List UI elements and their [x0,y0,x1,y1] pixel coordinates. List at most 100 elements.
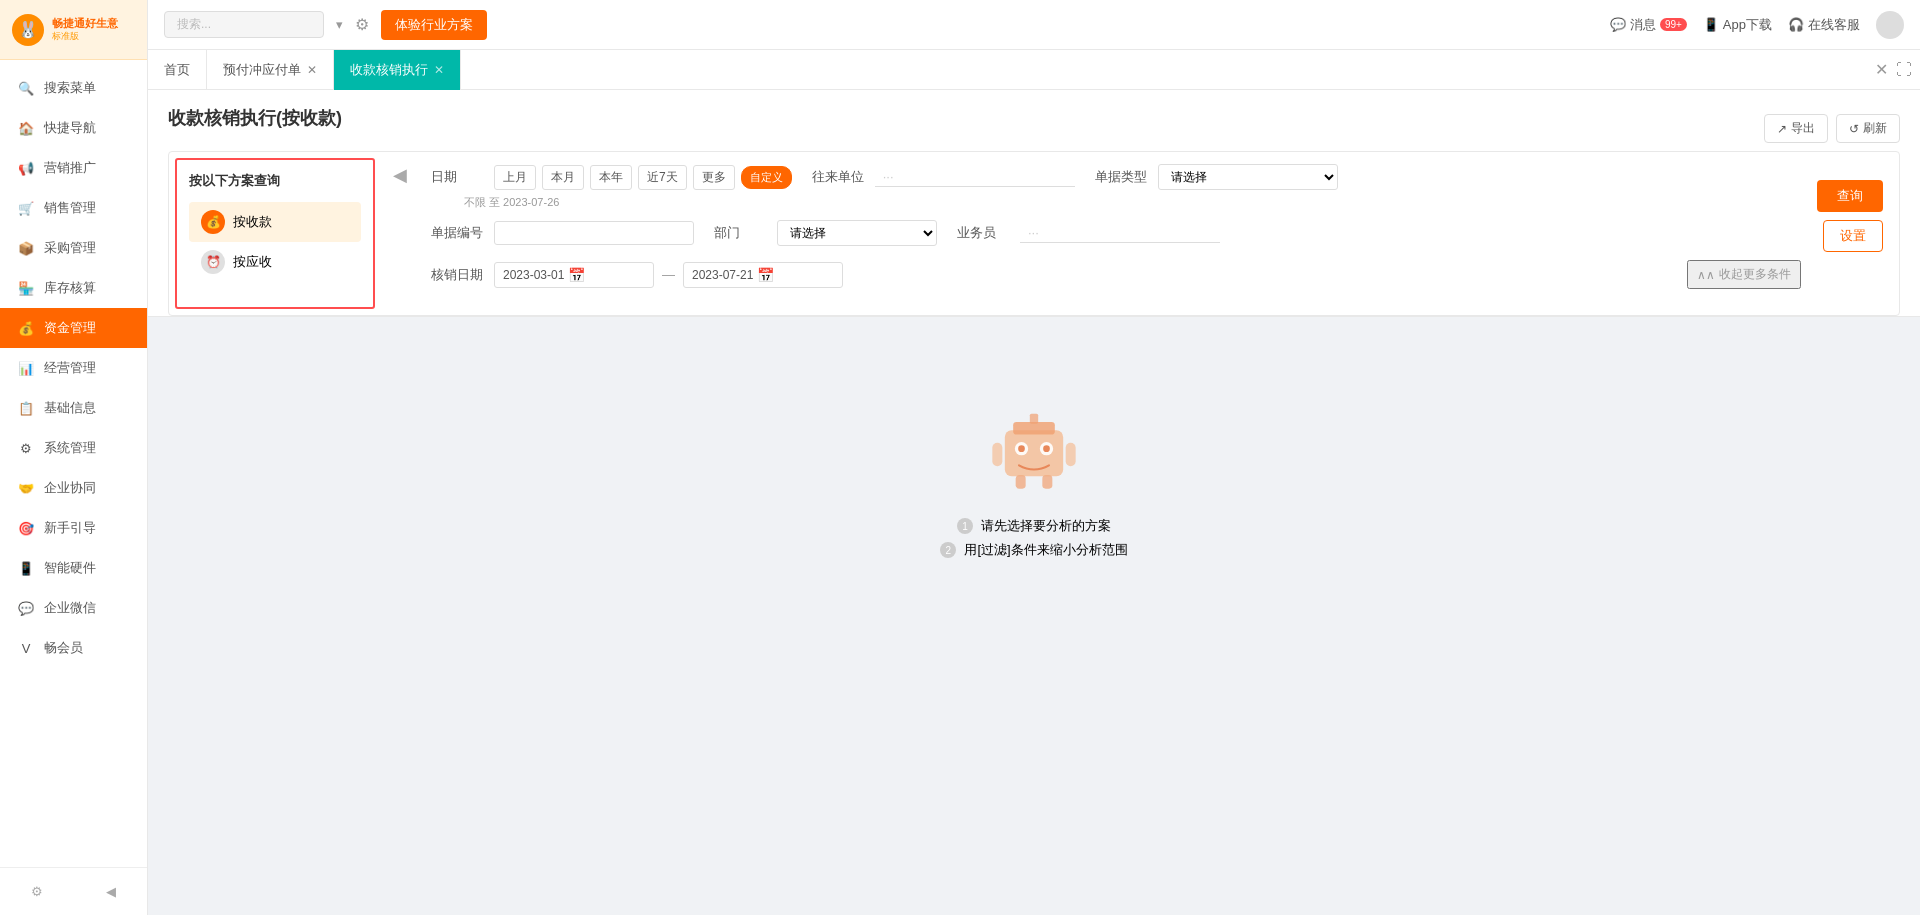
sidebar-item-企业协同[interactable]: 🤝 企业协同 [0,468,147,508]
online-service-btn[interactable]: 🎧 在线客服 [1788,16,1860,34]
verify-date-filter: 核销日期 2023-03-01 📅 — 2023-07-21 📅 [431,262,843,288]
sidebar-item-采购管理[interactable]: 📦采购管理 [0,228,147,268]
topbar-dropdown-arrow[interactable]: ▾ [336,17,343,32]
sidebar-icon-8: 📋 [16,398,36,418]
query-button[interactable]: 查询 [1817,180,1883,212]
counterpart-input[interactable]: ··· [875,167,1075,187]
sidebar-label-0: 搜索菜单 [44,79,96,97]
refresh-button[interactable]: ↺ 刷新 [1836,114,1900,143]
sidebar-icon-0: 🔍 [16,78,36,98]
tabs-right-actions: ✕ ⛶ [1875,60,1920,79]
sidebar-label-6: 资金管理 [44,319,96,337]
tab-payment-verify[interactable]: 收款核销执行 ✕ [334,50,461,90]
sidebar-label-12: 智能硬件 [44,559,96,577]
filter-option-by-payment[interactable]: 💰 按收款 [189,202,361,242]
sidebar-item-基础信息[interactable]: 📋基础信息 [0,388,147,428]
export-button[interactable]: ↗ 导出 [1764,114,1828,143]
app-download-btn[interactable]: 📱 App下载 [1703,16,1772,34]
main-area: 搜索... ▾ ⚙ 体验行业方案 💬 消息 99+ 📱 App下载 🎧 在线客服… [148,0,1920,915]
counterpart-label: 往来单位 [812,168,867,186]
user-avatar[interactable] [1876,11,1904,39]
date-filter: 日期 上月 本月 本年 近7天 更多 自定义 [431,165,792,190]
sidebar-label-7: 经营管理 [44,359,96,377]
tab-prepay[interactable]: 预付冲应付单 ✕ [207,50,334,90]
step1-text: 请先选择要分析的方案 [981,517,1111,535]
empty-state: 1 请先选择要分析的方案 2 用[过滤]条件来缩小分析范围 [148,317,1920,639]
doc-no-label: 单据编号 [431,224,486,242]
sidebar-label-9: 系统管理 [44,439,96,457]
sidebar-label-10: 企业协同 [44,479,96,497]
sidebar-label-13: 企业微信 [44,599,96,617]
date-more-btn[interactable]: 更多 [693,165,735,190]
collapse-more-btn[interactable]: ∧∧ 收起更多条件 [1687,260,1801,289]
sidebar-item-经营管理[interactable]: 📊经营管理 [0,348,147,388]
online-service-label: 在线客服 [1808,16,1860,34]
sidebar-item-快捷导航[interactable]: 🏠快捷导航 [0,108,147,148]
settings-bottom-icon[interactable]: ⚙ [27,880,47,903]
payment-verify-tab-close[interactable]: ✕ [434,63,444,77]
svg-rect-1 [1013,422,1055,435]
sidebar-item-资金管理[interactable]: 💰 资金管理 [0,308,147,348]
topbar-gear-icon[interactable]: ⚙ [355,15,369,34]
sidebar-item-智能硬件[interactable]: 📱 智能硬件 [0,548,147,588]
sidebar-item-搜索菜单[interactable]: 🔍 搜索菜单 [0,68,147,108]
sidebar-item-新手引导[interactable]: 🎯新手引导 [0,508,147,548]
step2-number: 2 [940,542,956,558]
staff-input[interactable]: ··· [1020,223,1220,243]
date-7days-btn[interactable]: 近7天 [638,165,687,190]
date-last-month-btn[interactable]: 上月 [494,165,536,190]
doc-type-filter: 单据类型 请选择 [1095,164,1338,190]
sidebar-label-4: 采购管理 [44,239,96,257]
dept-label: 部门 [714,224,769,242]
verify-start-calendar-icon[interactable]: 📅 [568,267,585,283]
tab-bar: 首页 预付冲应付单 ✕ 收款核销执行 ✕ ✕ ⛶ [148,50,1920,90]
date-this-year-btn[interactable]: 本年 [590,165,632,190]
svg-rect-2 [1030,414,1038,424]
doc-no-input[interactable] [494,221,694,245]
solution-button[interactable]: 体验行业方案 [381,10,487,40]
sidebar-label-1: 快捷导航 [44,119,96,137]
page-content: 收款核销执行(按收款) ↗ 导出 ↺ 刷新 按以下方案查询 [148,90,1920,915]
message-btn[interactable]: 💬 消息 99+ [1610,16,1687,34]
tab-expand-btn[interactable]: ⛶ [1896,61,1912,79]
verify-date-start-input[interactable]: 2023-03-01 📅 [494,262,654,288]
sidebar-item-销售管理[interactable]: 🛒销售管理 [0,188,147,228]
tab-home[interactable]: 首页 [148,50,207,90]
sidebar-icon-12: 📱 [16,558,36,578]
step1-number: 1 [957,518,973,534]
payment-option-label: 按收款 [233,213,272,231]
sidebar-label-5: 库存核算 [44,279,96,297]
collapse-sidebar-icon[interactable]: ◀ [102,880,120,903]
sidebar-item-系统管理[interactable]: ⚙ 系统管理 [0,428,147,468]
payment-option-icon: 💰 [201,210,225,234]
filter-option-by-receivable[interactable]: ⏰ 按应收 [189,242,361,282]
dept-select[interactable]: 请选择 [777,220,937,246]
service-icon: 🎧 [1788,17,1804,32]
sidebar-item-企业微信[interactable]: 💬 企业微信 [0,588,147,628]
sidebar-icon-10: 🤝 [16,478,36,498]
verify-date-end-input[interactable]: 2023-07-21 📅 [683,262,843,288]
sidebar-item-库存核算[interactable]: 🏪库存核算 [0,268,147,308]
filter-panel-title: 按以下方案查询 [189,172,361,190]
sidebar-icon-13: 💬 [16,598,36,618]
empty-illustration [984,397,1084,497]
tab-close-all-btn[interactable]: ✕ [1875,60,1888,79]
doc-type-select[interactable]: 请选择 [1158,164,1338,190]
sidebar-label-14: 畅会员 [44,639,83,657]
date-this-month-btn[interactable]: 本月 [542,165,584,190]
sidebar-item-畅会员[interactable]: V畅会员 [0,628,147,668]
sidebar-icon-3: 🛒 [16,198,36,218]
date-custom-btn[interactable]: 自定义 [741,166,792,189]
topbar-right: 💬 消息 99+ 📱 App下载 🎧 在线客服 [1610,11,1904,39]
collapse-filter-panel-btn[interactable]: ◀ [385,156,415,194]
prepay-tab-close[interactable]: ✕ [307,63,317,77]
sidebar-icon-6: 💰 [16,318,36,338]
prepay-tab-label: 预付冲应付单 [223,61,301,79]
verify-end-calendar-icon[interactable]: 📅 [757,267,774,283]
sidebar-item-营销推广[interactable]: 📢营销推广 [0,148,147,188]
verify-date-label: 核销日期 [431,266,486,284]
empty-step1: 1 请先选择要分析的方案 [957,517,1111,535]
app-logo: 🐰 畅捷通好生意 标准版 [0,0,147,60]
sidebar-icon-9: ⚙ [16,438,36,458]
setting-button[interactable]: 设置 [1823,220,1883,252]
